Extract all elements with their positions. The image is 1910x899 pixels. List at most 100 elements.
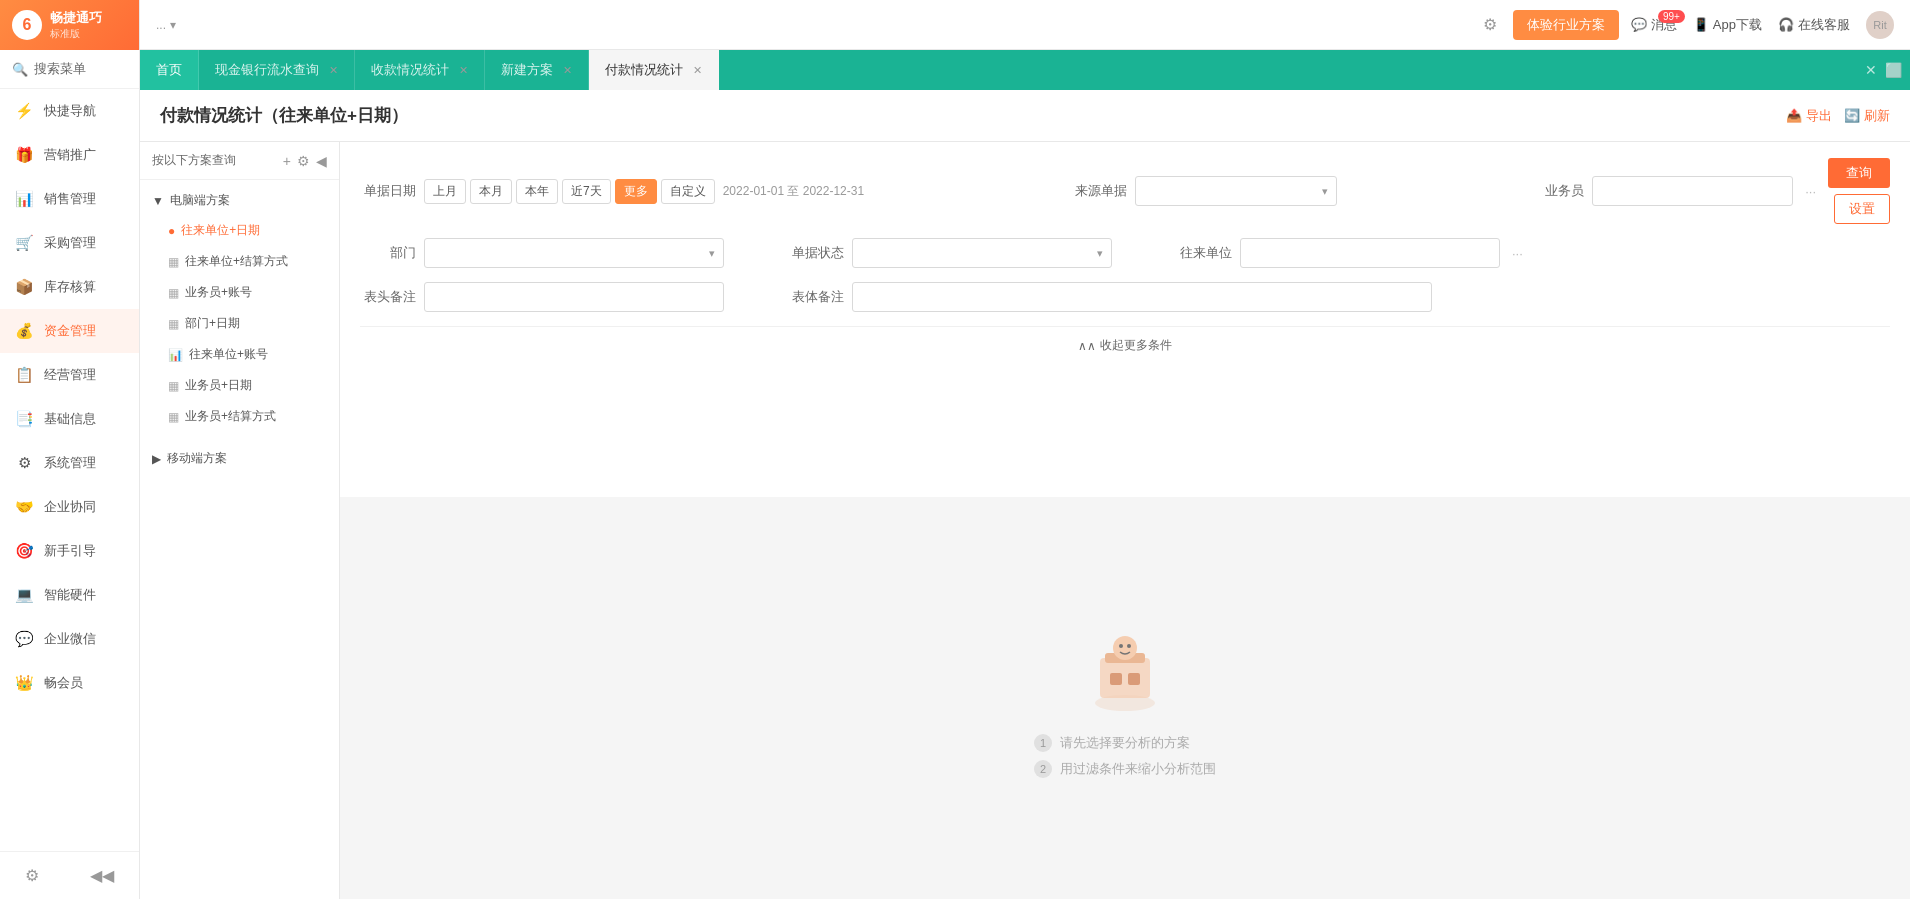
guide-icon: 🎯 bbox=[14, 541, 34, 561]
date-btn-this-month[interactable]: 本月 bbox=[470, 179, 512, 204]
source-doc-select[interactable]: ▾ bbox=[1135, 176, 1336, 206]
scheme-item-staff-settlement[interactable]: ▦ 业务员+结算方式 bbox=[140, 401, 339, 432]
trial-btn[interactable]: 体验行业方案 bbox=[1513, 10, 1619, 40]
app-download-btn[interactable]: 📱 App下载 bbox=[1693, 16, 1762, 34]
sidebar-item-purchase[interactable]: 🛒 采购管理 bbox=[0, 221, 139, 265]
tab-receipt-stats[interactable]: 收款情况统计 ✕ bbox=[355, 50, 485, 90]
main-area: ... ▾ ⚙ 体验行业方案 💬 消息 99+ 📱 App下载 🎧 在线客服 R… bbox=[140, 0, 1910, 899]
scheme-table-icon: ▦ bbox=[168, 255, 179, 269]
date-btn-custom[interactable]: 自定义 bbox=[661, 179, 715, 204]
query-btn[interactable]: 查询 bbox=[1828, 158, 1890, 188]
sidebar-item-member[interactable]: 👑 畅会员 bbox=[0, 661, 139, 705]
scheme-chart-icon: 📊 bbox=[168, 348, 183, 362]
partner-dots[interactable]: ··· bbox=[1508, 246, 1527, 261]
breadcrumb-path: ... bbox=[156, 18, 166, 32]
search-menu[interactable]: 🔍 搜索菜单 bbox=[0, 50, 139, 89]
collapse-sidebar-btn[interactable]: ◀◀ bbox=[84, 860, 120, 891]
date-btn-more[interactable]: 更多 bbox=[615, 179, 657, 204]
export-icon: 📤 bbox=[1786, 108, 1802, 123]
collapse-more-btn[interactable]: ∧∧ 收起更多条件 bbox=[360, 326, 1890, 364]
empty-hints: 1 请先选择要分析的方案 2 用过滤条件来缩小分析范围 bbox=[1034, 734, 1216, 778]
sidebar-item-cooperation[interactable]: 🤝 企业协同 bbox=[0, 485, 139, 529]
sidebar-item-basic-info[interactable]: 📑 基础信息 bbox=[0, 397, 139, 441]
user-avatar[interactable]: Rit bbox=[1866, 11, 1894, 39]
staff-dots[interactable]: ··· bbox=[1801, 184, 1820, 199]
scheme-item-dept-date[interactable]: ▦ 部门+日期 bbox=[140, 308, 339, 339]
sidebar-item-label: 基础信息 bbox=[44, 410, 96, 428]
tab-new-scheme[interactable]: 新建方案 ✕ bbox=[485, 50, 589, 90]
sidebar-item-sales[interactable]: 📊 销售管理 bbox=[0, 177, 139, 221]
scheme-item-staff-account[interactable]: ▦ 业务员+账号 bbox=[140, 277, 339, 308]
filter-row-dept: 部门 ▾ 单据状态 ▾ 往来单位 bbox=[360, 238, 1890, 268]
scheme-item-staff-date[interactable]: ▦ 业务员+日期 bbox=[140, 370, 339, 401]
scheme-item-partner-date[interactable]: ● 往来单位+日期 bbox=[140, 215, 339, 246]
tab-home[interactable]: 首页 bbox=[140, 50, 199, 90]
logo-text: 畅捷通巧 标准版 bbox=[50, 9, 102, 41]
export-btn[interactable]: 📤 导出 bbox=[1786, 107, 1832, 125]
pc-section-arrow: ▼ bbox=[152, 194, 164, 208]
body-note-label: 表体备注 bbox=[780, 288, 844, 306]
search-icon: 🔍 bbox=[12, 62, 28, 77]
hint-text-1: 请先选择要分析的方案 bbox=[1060, 734, 1190, 752]
scheme-header-label: 按以下方案查询 bbox=[152, 152, 236, 169]
date-btn-this-year[interactable]: 本年 bbox=[516, 179, 558, 204]
add-scheme-btn[interactable]: + bbox=[283, 153, 291, 169]
tab-close-icon[interactable]: ✕ bbox=[693, 64, 702, 77]
sidebar-item-guide[interactable]: 🎯 新手引导 bbox=[0, 529, 139, 573]
refresh-btn[interactable]: 🔄 刷新 bbox=[1844, 107, 1890, 125]
tab-close-icon[interactable]: ✕ bbox=[459, 64, 468, 77]
service-icon: 🎧 bbox=[1778, 17, 1794, 32]
tab-payment-stats[interactable]: 付款情况统计 ✕ bbox=[589, 50, 719, 90]
service-label: 在线客服 bbox=[1798, 16, 1850, 34]
staff-select[interactable] bbox=[1592, 176, 1793, 206]
pc-section-title[interactable]: ▼ 电脑端方案 bbox=[140, 186, 339, 215]
sidebar-item-wechat[interactable]: 💬 企业微信 bbox=[0, 617, 139, 661]
collapse-scheme-btn[interactable]: ◀ bbox=[316, 153, 327, 169]
date-btn-7days[interactable]: 近7天 bbox=[562, 179, 611, 204]
body-note-input[interactable] bbox=[852, 282, 1432, 312]
page-body: 按以下方案查询 + ⚙ ◀ ▼ 电脑端方案 ● 往来单位+日期 bbox=[140, 142, 1910, 899]
sidebar-item-marketing[interactable]: 🎁 营销推广 bbox=[0, 133, 139, 177]
close-window-btn[interactable]: ✕ bbox=[1865, 62, 1877, 78]
scheme-table-icon: ▦ bbox=[168, 379, 179, 393]
sidebar-item-system[interactable]: ⚙ 系统管理 bbox=[0, 441, 139, 485]
mobile-section-title[interactable]: ▶ 移动端方案 bbox=[140, 444, 339, 473]
collapse-up-icon: ∧∧ bbox=[1078, 339, 1096, 353]
tab-label: 新建方案 bbox=[501, 61, 553, 79]
tab-close-icon[interactable]: ✕ bbox=[329, 64, 338, 77]
filter-row-date: 单据日期 上月 本月 本年 近7天 更多 自定义 2022-01-01 至 20… bbox=[360, 158, 1890, 224]
setting-btn[interactable]: 设置 bbox=[1834, 194, 1890, 224]
service-btn[interactable]: 🎧 在线客服 bbox=[1778, 16, 1850, 34]
scheme-item-partner-settlement[interactable]: ▦ 往来单位+结算方式 bbox=[140, 246, 339, 277]
sidebar-item-label: 经营管理 bbox=[44, 366, 96, 384]
sidebar-item-finance[interactable]: 💰 资金管理 bbox=[0, 309, 139, 353]
partner-select[interactable] bbox=[1240, 238, 1500, 268]
settings-bottom-btn[interactable]: ⚙ bbox=[19, 860, 45, 891]
sidebar-item-hardware[interactable]: 💻 智能硬件 bbox=[0, 573, 139, 617]
dept-select[interactable]: ▾ bbox=[424, 238, 724, 268]
date-btn-last-month[interactable]: 上月 bbox=[424, 179, 466, 204]
sidebar-item-inventory[interactable]: 📦 库存核算 bbox=[0, 265, 139, 309]
settings-icon[interactable]: ⚙ bbox=[1483, 15, 1497, 34]
finance-icon: 💰 bbox=[14, 321, 34, 341]
inventory-icon: 📦 bbox=[14, 277, 34, 297]
scheme-table-icon: ▦ bbox=[168, 410, 179, 424]
scheme-item-partner-account[interactable]: 📊 往来单位+账号 bbox=[140, 339, 339, 370]
sidebar-item-navigation[interactable]: ⚡ 快捷导航 bbox=[0, 89, 139, 133]
cooperation-icon: 🤝 bbox=[14, 497, 34, 517]
staff-label: 业务员 bbox=[1536, 182, 1584, 200]
tab-close-icon[interactable]: ✕ bbox=[563, 64, 572, 77]
header-note-input[interactable] bbox=[424, 282, 724, 312]
empty-state: 1 请先选择要分析的方案 2 用过滤条件来缩小分析范围 bbox=[340, 497, 1910, 900]
sidebar-item-label: 销售管理 bbox=[44, 190, 96, 208]
tab-bank-flow[interactable]: 现金银行流水查询 ✕ bbox=[199, 50, 355, 90]
maximize-window-btn[interactable]: ⬜ bbox=[1885, 62, 1902, 78]
empty-hint-1: 1 请先选择要分析的方案 bbox=[1034, 734, 1216, 752]
doc-status-select[interactable]: ▾ bbox=[852, 238, 1112, 268]
breadcrumb: ... ▾ bbox=[156, 18, 1471, 32]
scheme-item-label: 部门+日期 bbox=[185, 315, 240, 332]
sidebar-item-label: 快捷导航 bbox=[44, 102, 96, 120]
sidebar-item-operation[interactable]: 📋 经营管理 bbox=[0, 353, 139, 397]
message-btn[interactable]: 💬 消息 99+ bbox=[1631, 16, 1677, 34]
scheme-settings-btn[interactable]: ⚙ bbox=[297, 153, 310, 169]
